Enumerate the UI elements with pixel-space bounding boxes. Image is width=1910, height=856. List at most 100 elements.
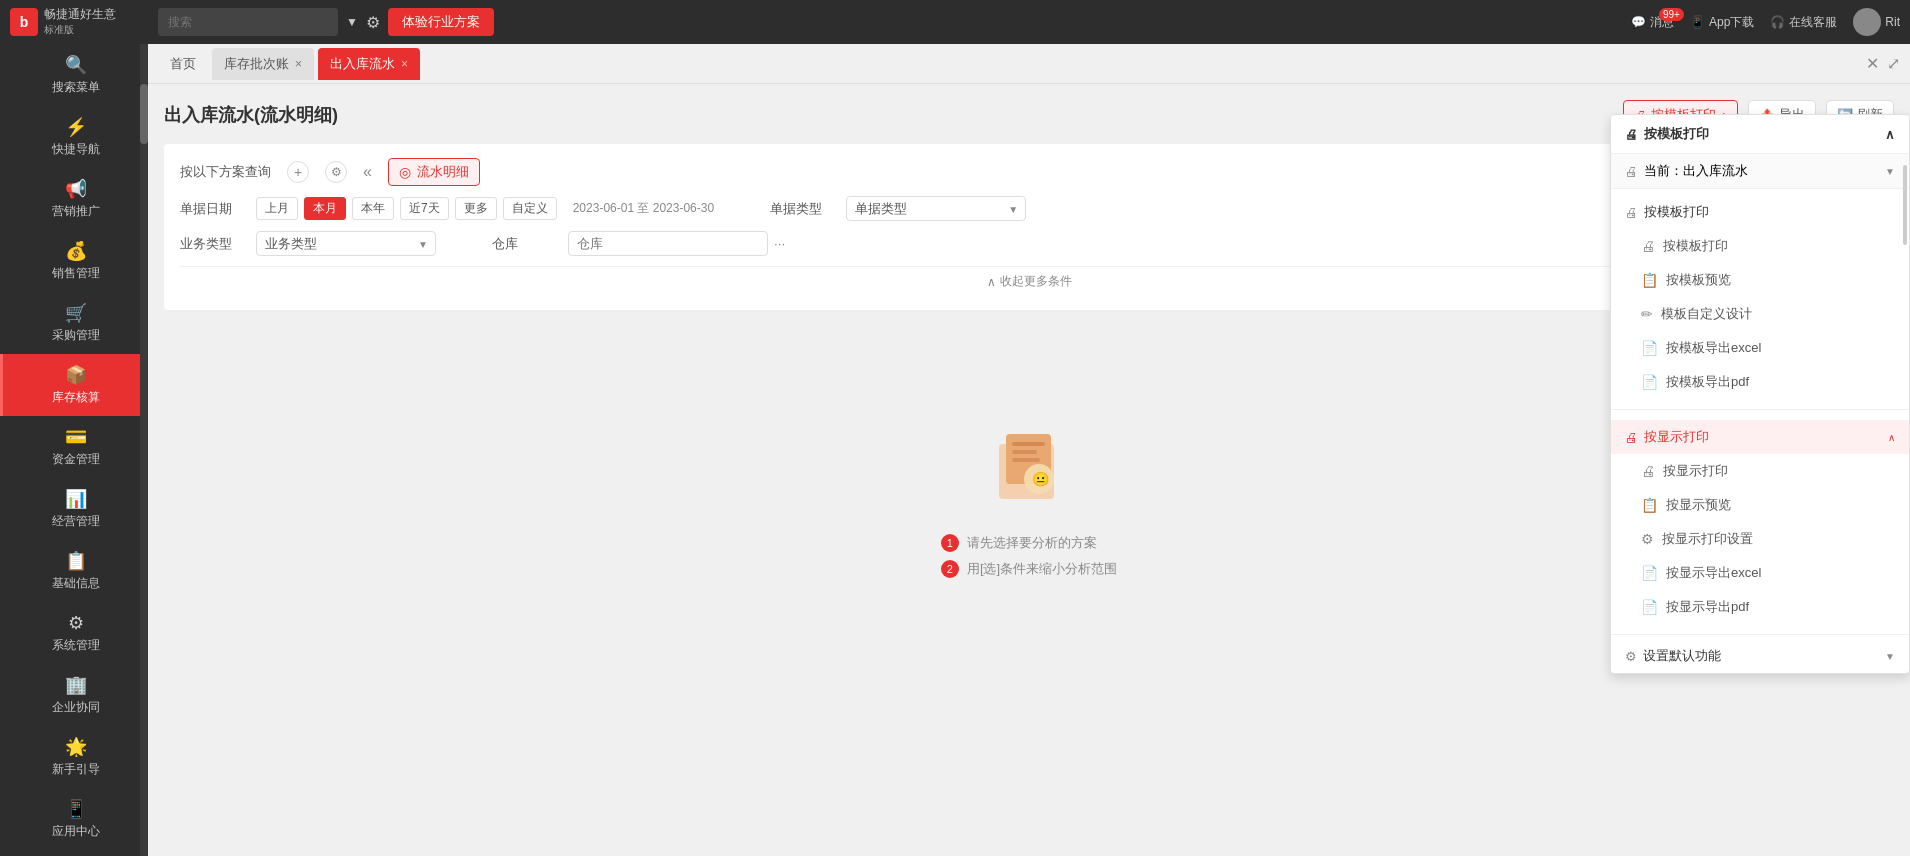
- dropdown-scrollbar: [1903, 155, 1907, 671]
- sidebar-item-basic-info[interactable]: 📋 基础信息: [0, 540, 148, 602]
- template-export-pdf-item[interactable]: 📄 按模板导出pdf: [1611, 365, 1909, 399]
- logo-text: 畅捷通好生意 标准版: [44, 7, 116, 37]
- date-custom[interactable]: 自定义: [503, 197, 557, 220]
- business-type-select-wrapper: 业务类型 ▼: [256, 231, 436, 256]
- tab-inventory-batch-close[interactable]: ×: [295, 57, 302, 71]
- filter-settings-btn[interactable]: ⚙: [325, 161, 347, 183]
- sidebar-item-label: 系统管理: [52, 637, 100, 654]
- display-preview-item[interactable]: 📋 按显示预览: [1611, 488, 1909, 522]
- display-print-item[interactable]: 🖨 按显示打印: [1611, 454, 1909, 488]
- finance-icon: 💳: [65, 426, 87, 448]
- filter-collapse-btn[interactable]: «: [363, 163, 372, 181]
- doc-type-select[interactable]: 单据类型: [846, 196, 1026, 221]
- business-type-select[interactable]: 业务类型: [256, 231, 436, 256]
- display-excel-icon: 📄: [1641, 565, 1658, 581]
- date-current-month[interactable]: 本月: [304, 197, 346, 220]
- sidebar: 🔍 搜索菜单 ⚡ 快捷导航 📢 营销推广 💰 销售管理 🛒 采购管理 📦 库存核…: [0, 44, 148, 856]
- sidebar-item-label: 库存核算: [52, 389, 100, 406]
- dropdown-scrollbar-thumb: [1903, 165, 1907, 245]
- date-range-display: 2023-06-01 至 2023-06-30: [573, 200, 714, 217]
- display-section-arrow-up: ∧: [1888, 432, 1895, 443]
- doc-type-select-wrapper: 单据类型 ▼: [846, 196, 1026, 221]
- date-more[interactable]: 更多: [455, 197, 497, 220]
- template-print-icon: 🖨: [1641, 238, 1655, 254]
- tab-home[interactable]: 首页: [158, 48, 208, 80]
- current-template-label: 当前：出入库流水: [1644, 162, 1748, 180]
- header-search-input[interactable]: [158, 8, 338, 36]
- empty-step-1: 请先选择要分析的方案: [941, 534, 1117, 552]
- sidebar-item-enterprise[interactable]: 🏢 企业协同: [0, 664, 148, 726]
- app-center-icon: 📱: [65, 798, 87, 820]
- sidebar-scroll-thumb: [140, 84, 148, 144]
- sidebar-item-search-menu[interactable]: 🔍 搜索菜单: [0, 44, 148, 106]
- date-current-year[interactable]: 本年: [352, 197, 394, 220]
- sidebar-item-label: 资金管理: [52, 451, 100, 468]
- template-export-excel-item[interactable]: 📄 按模板导出excel: [1611, 331, 1909, 365]
- sidebar-item-system[interactable]: ⚙ 系统管理: [0, 602, 148, 664]
- collapse-icon: ∧: [987, 275, 996, 289]
- date-last-7-days[interactable]: 近7天: [400, 197, 449, 220]
- business-type-label: 业务类型: [180, 235, 240, 253]
- app-download-btn[interactable]: 📱 App下载: [1690, 14, 1754, 31]
- date-prev-month[interactable]: 上月: [256, 197, 298, 220]
- sidebar-item-marketing[interactable]: 📢 营销推广: [0, 168, 148, 230]
- print-dropdown-title-icon: 🖨: [1625, 127, 1638, 142]
- sidebar-item-label: 快捷导航: [52, 141, 100, 158]
- system-icon: ⚙: [68, 612, 84, 634]
- template-preview-item[interactable]: 📋 按模板预览: [1611, 263, 1909, 297]
- sidebar-item-purchase[interactable]: 🛒 采购管理: [0, 292, 148, 354]
- template-custom-icon: ✏: [1641, 306, 1653, 322]
- header-right: 💬 消息 99+ 📱 App下载 🎧 在线客服 Rit: [1631, 8, 1900, 36]
- header-search-dropdown[interactable]: ▼: [346, 15, 358, 29]
- display-print-section-title[interactable]: 🖨 按显示打印 ∧: [1611, 420, 1909, 454]
- template-section-icon: 🖨: [1625, 205, 1638, 220]
- window-close-btn[interactable]: ✕: [1866, 54, 1879, 73]
- tab-warehouse-flow[interactable]: 出入库流水 ×: [318, 48, 420, 80]
- tab-warehouse-flow-label: 出入库流水: [330, 55, 395, 73]
- online-service-btn[interactable]: 🎧 在线客服: [1770, 14, 1837, 31]
- sidebar-item-app-center[interactable]: 📱 应用中心: [0, 788, 148, 850]
- sidebar-item-quick-nav[interactable]: ⚡ 快捷导航: [0, 106, 148, 168]
- window-maximize-btn[interactable]: ⤢: [1887, 54, 1900, 73]
- trial-btn[interactable]: 体验行业方案: [388, 8, 494, 36]
- filter-add-btn[interactable]: +: [287, 161, 309, 183]
- sidebar-item-sales[interactable]: 💰 销售管理: [0, 230, 148, 292]
- purchase-icon: 🛒: [65, 302, 87, 324]
- sidebar-item-label: 销售管理: [52, 265, 100, 282]
- doc-type-label: 单据类型: [770, 200, 830, 218]
- sidebar-item-guide[interactable]: 🌟 新手引导: [0, 726, 148, 788]
- template-print-item[interactable]: 🖨 按模板打印: [1611, 229, 1909, 263]
- sidebar-item-label: 经营管理: [52, 513, 100, 530]
- set-default-icon: ⚙: [1625, 649, 1637, 664]
- template-print-section-title[interactable]: 🖨 按模板打印: [1611, 195, 1909, 229]
- tab-inventory-batch[interactable]: 库存批次账 ×: [212, 48, 314, 80]
- sidebar-item-inventory[interactable]: 📦 库存核算: [0, 354, 148, 416]
- set-default-section[interactable]: ⚙ 设置默认功能 ▼: [1611, 639, 1909, 673]
- dropdown-divider-1: [1611, 409, 1909, 410]
- display-print-icon: 🖨: [1641, 463, 1655, 479]
- sidebar-item-wechat[interactable]: 💬 企业微信: [0, 850, 148, 856]
- user-avatar-area[interactable]: Rit: [1853, 8, 1900, 36]
- current-template-row[interactable]: 🖨 当前：出入库流水 ▼: [1611, 154, 1909, 189]
- warehouse-more-btn[interactable]: ···: [774, 236, 785, 251]
- sidebar-item-label: 采购管理: [52, 327, 100, 344]
- display-export-excel-item[interactable]: 📄 按显示导出excel: [1611, 556, 1909, 590]
- message-badge: 99+: [1659, 8, 1684, 21]
- message-btn[interactable]: 💬 消息 99+: [1631, 14, 1674, 31]
- display-print-settings-item[interactable]: ⚙ 按显示打印设置: [1611, 522, 1909, 556]
- guide-icon: 🌟: [65, 736, 87, 758]
- svg-rect-2: [1012, 442, 1045, 446]
- display-export-pdf-item[interactable]: 📄 按显示导出pdf: [1611, 590, 1909, 624]
- dropdown-divider-2: [1611, 634, 1909, 635]
- sidebar-item-label: 新手引导: [52, 761, 100, 778]
- logo-icon: b: [10, 8, 38, 36]
- tab-warehouse-flow-close[interactable]: ×: [401, 57, 408, 71]
- header-gear-btn[interactable]: ⚙: [366, 13, 380, 32]
- template-custom-design-item[interactable]: ✏ 模板自定义设计: [1611, 297, 1909, 331]
- sidebar-item-finance[interactable]: 💳 资金管理: [0, 416, 148, 478]
- warehouse-input[interactable]: [568, 231, 768, 256]
- tab-bar: 首页 库存批次账 × 出入库流水 × ✕ ⤢: [148, 44, 1910, 84]
- sidebar-item-label: 基础信息: [52, 575, 100, 592]
- template-pdf-icon: 📄: [1641, 374, 1658, 390]
- sidebar-item-operations[interactable]: 📊 经营管理: [0, 478, 148, 540]
